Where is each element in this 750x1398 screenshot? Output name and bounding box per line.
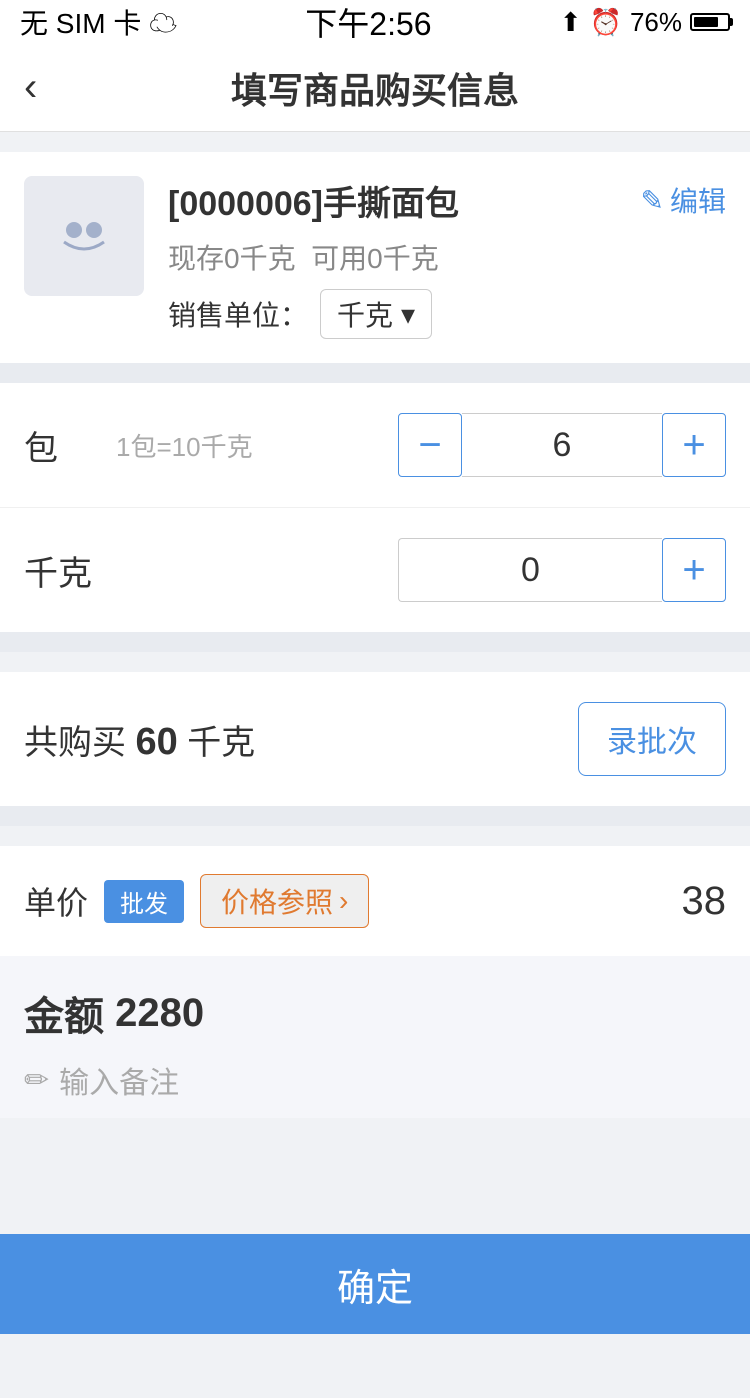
amount-row: 金额 2280 — [24, 984, 726, 1042]
price-type-tag: 批发 — [104, 880, 184, 923]
status-time: 下午2:56 — [305, 0, 431, 45]
battery-level: 76% — [630, 7, 682, 38]
product-stock: 现存0千克 可用0千克 — [168, 237, 726, 277]
confirm-button[interactable]: 确定 — [0, 1234, 750, 1334]
product-unit-row: 销售单位： 千克 ▾ — [168, 289, 726, 339]
pack-quantity-control: − + — [398, 413, 726, 477]
kg-quantity-control: + — [398, 538, 726, 602]
price-row: 单价 批发 价格参照 › 38 — [24, 874, 726, 928]
product-logo-icon — [54, 206, 114, 266]
product-card: [0000006]手撕面包 现存0千克 可用0千克 销售单位： 千克 ▾ ✎ 编… — [0, 152, 750, 363]
note-placeholder: 输入备注 — [59, 1058, 179, 1102]
pack-row: 包 1包=10千克 − + — [0, 383, 750, 508]
price-section: 单价 批发 价格参照 › 38 — [0, 846, 750, 956]
note-row[interactable]: ✏ 输入备注 — [24, 1058, 726, 1102]
total-row: 共购买 60 千克 录批次 — [0, 672, 750, 806]
edit-icon: ✎ — [641, 184, 664, 217]
unit-selector[interactable]: 千克 ▾ — [320, 289, 432, 339]
kg-quantity-input[interactable] — [398, 538, 662, 602]
location-icon: ⬆ — [560, 7, 582, 38]
record-batch-button[interactable]: 录批次 — [578, 702, 726, 776]
sim-status: 无 SIM 卡 ☁ — [20, 2, 177, 42]
kg-label: 千克 — [24, 546, 104, 595]
product-image — [24, 176, 144, 296]
divider-2 — [0, 632, 750, 652]
pack-minus-button[interactable]: − — [398, 413, 462, 477]
divider-1 — [0, 363, 750, 383]
price-label: 单价 — [24, 878, 88, 924]
price-reference-button[interactable]: 价格参照 › — [200, 874, 369, 928]
kg-row: 千克 + — [0, 508, 750, 632]
pack-hint: 1包=10千克 — [116, 427, 398, 464]
amount-section: 金额 2280 ✏ 输入备注 — [0, 956, 750, 1118]
status-left: 无 SIM 卡 ☁ — [20, 2, 177, 42]
edit-button[interactable]: ✎ 编辑 — [641, 180, 726, 220]
divider-3 — [0, 806, 750, 826]
back-button[interactable]: ‹ — [24, 65, 37, 110]
amount-value: 2280 — [115, 991, 204, 1036]
status-bar: 无 SIM 卡 ☁ 下午2:56 ⬆ ⏰ 76% — [0, 0, 750, 44]
chevron-right-icon: › — [339, 885, 348, 917]
alarm-icon: ⏰ — [590, 7, 622, 38]
price-value: 38 — [682, 879, 727, 924]
chevron-down-icon: ▾ — [401, 298, 415, 331]
nav-bar: ‹ 填写商品购买信息 — [0, 44, 750, 132]
battery-icon — [690, 13, 730, 31]
page-title: 填写商品购买信息 — [231, 62, 519, 114]
quantity-section: 包 1包=10千克 − + 千克 + — [0, 383, 750, 632]
pack-quantity-input[interactable] — [462, 413, 662, 477]
pack-label: 包 — [24, 421, 104, 470]
note-icon: ✏ — [24, 1063, 49, 1098]
pack-plus-button[interactable]: + — [662, 413, 726, 477]
total-text: 共购买 60 千克 — [24, 715, 255, 764]
kg-plus-button[interactable]: + — [662, 538, 726, 602]
status-right: ⬆ ⏰ 76% — [560, 7, 730, 38]
